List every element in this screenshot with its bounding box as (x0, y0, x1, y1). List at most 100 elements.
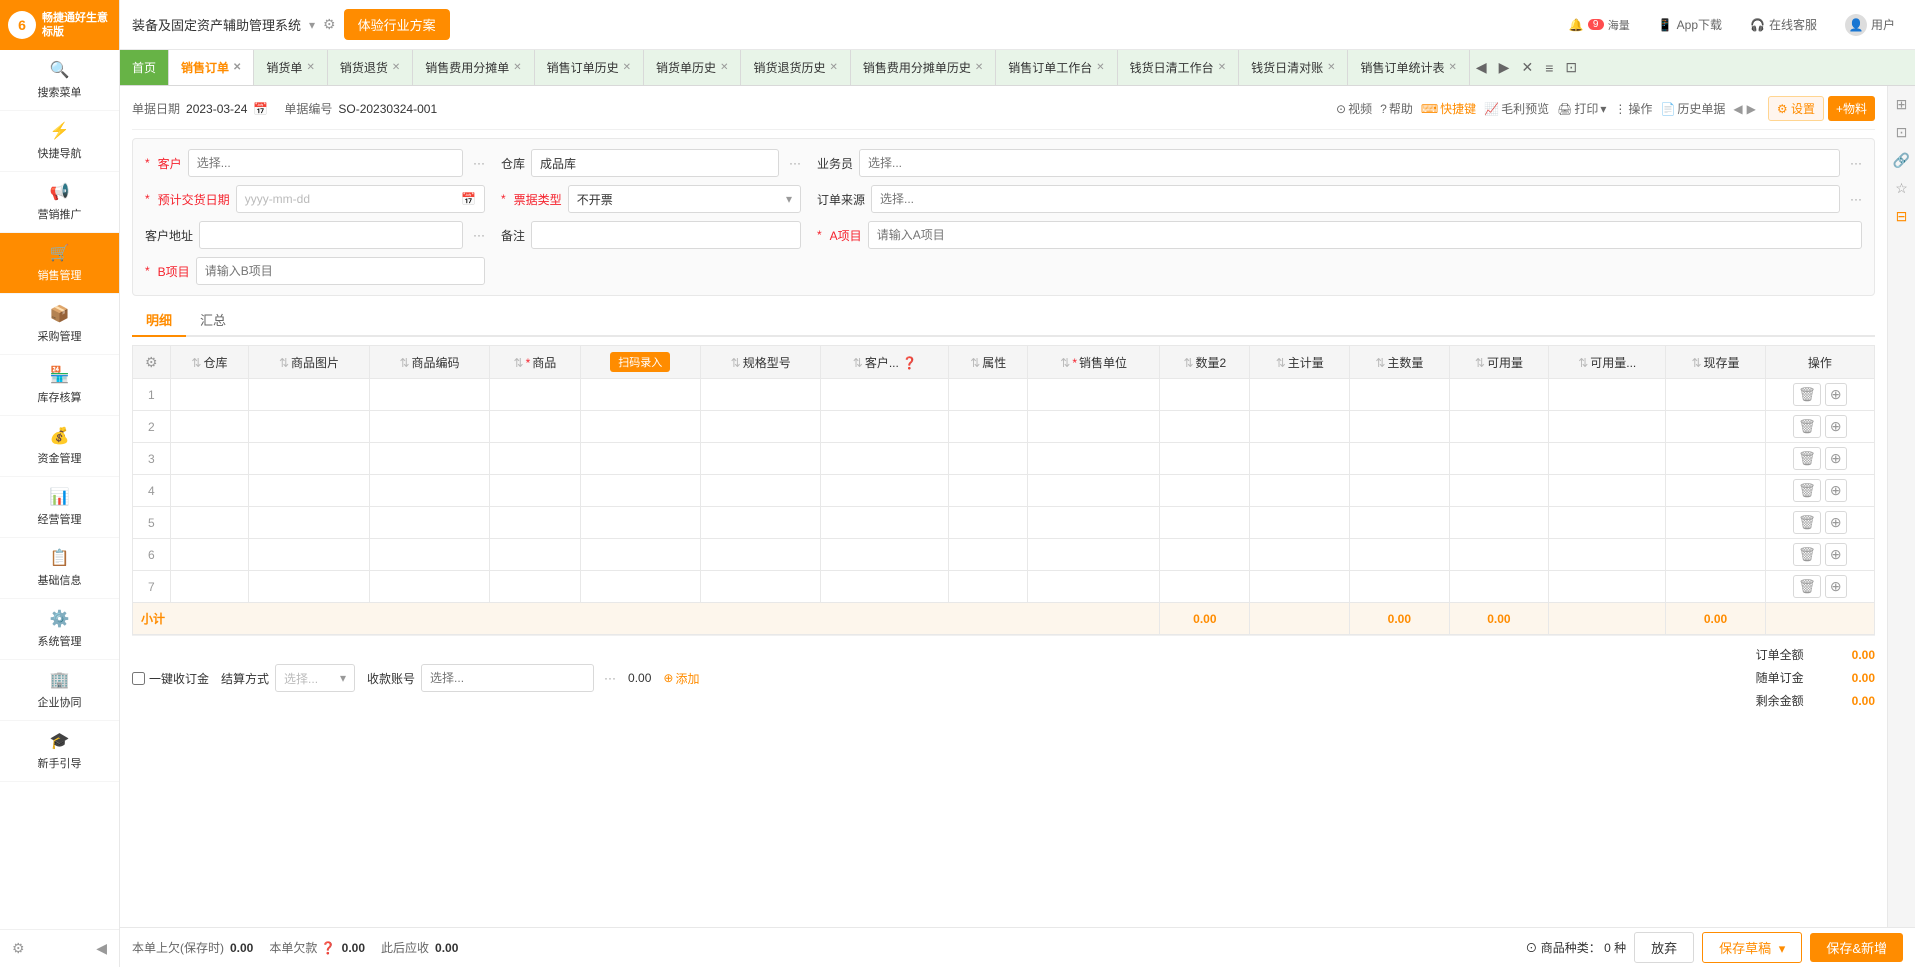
right-sidebar-icon-4[interactable]: ☆ (1892, 178, 1912, 198)
row-1-spec[interactable] (700, 379, 821, 411)
row-7-delete-icon[interactable]: 🗑 (1793, 575, 1821, 598)
row-6-copy-icon[interactable]: ⊕ (1825, 543, 1847, 566)
tab-home[interactable]: 首页 (120, 50, 169, 86)
view-btn[interactable]: ⊙ 视频 (1336, 100, 1372, 117)
close-tab-sales-return[interactable]: ✕ (306, 62, 314, 73)
discard-btn[interactable]: 放弃 (1634, 932, 1694, 963)
row-1-customer-code[interactable] (821, 379, 949, 411)
close-tab-reconcile[interactable]: ✕ (1327, 62, 1335, 73)
right-sidebar-icon-5[interactable]: ⊟ (1892, 206, 1912, 226)
remarks-input[interactable] (531, 221, 801, 249)
settlement-select[interactable]: 选择... ▾ (275, 664, 355, 692)
address-more-btn[interactable]: ··· (473, 228, 485, 242)
sidebar-item-quick-nav[interactable]: ⚡ 快捷导航 (0, 111, 119, 172)
receipt-account-input[interactable] (421, 664, 594, 692)
close-tab-order-workbench[interactable]: ✕ (1096, 62, 1104, 73)
profit-btn[interactable]: 📈 毛利预览 (1484, 100, 1549, 117)
tab-menu[interactable]: ≡ (1539, 60, 1559, 76)
draft-dropdown-arrow[interactable]: ▾ (1779, 941, 1786, 956)
tab-nav-prev[interactable]: ◀ (1470, 59, 1493, 76)
b-project-input[interactable] (196, 257, 485, 285)
table-settings-icon[interactable]: ⚙ (145, 354, 158, 370)
row-3-copy-icon[interactable]: ⊕ (1825, 447, 1847, 470)
print-btn[interactable]: 🖨 打印 ▾ (1557, 100, 1606, 117)
tab-summary[interactable]: 销售订单统计表 ✕ (1348, 50, 1469, 86)
row-1-sales-unit[interactable] (1028, 379, 1160, 411)
right-sidebar-icon-2[interactable]: ⊡ (1892, 122, 1912, 142)
invoice-type-select[interactable]: 不开票 ▾ (568, 185, 801, 213)
close-tab-fee-history[interactable]: ✕ (975, 62, 983, 73)
row-7-copy-icon[interactable]: ⊕ (1825, 575, 1847, 598)
customer-input[interactable] (188, 149, 463, 177)
settings-action-btn[interactable]: ⚙ 设置 (1768, 96, 1824, 121)
row-1-main-qty[interactable] (1350, 379, 1450, 411)
add-material-btn[interactable]: +物料 (1828, 96, 1875, 121)
sidebar-item-system[interactable]: ⚙️ 系统管理 (0, 599, 119, 660)
tab-sales-return[interactable]: 销货单 ✕ (254, 50, 327, 86)
scan-input-btn[interactable]: 扫码录入 (610, 352, 670, 372)
sidebar-item-search[interactable]: 🔍 搜索菜单 (0, 50, 119, 111)
close-tab-summary[interactable]: ✕ (1449, 62, 1457, 73)
tab-fee-split[interactable]: 销售费用分摊单 ✕ (413, 50, 534, 86)
tab-fee-history[interactable]: 销售费用分摊单历史 ✕ (851, 50, 996, 86)
delivery-date-input[interactable]: yyyy-mm-dd 📅 (236, 185, 485, 213)
app-download-btn[interactable]: 📱 App下载 (1650, 12, 1730, 37)
settings-bottom-icon[interactable]: ⚙ (10, 938, 27, 959)
sidebar-item-basic-info[interactable]: 📋 基础信息 (0, 538, 119, 599)
online-service-btn[interactable]: 🎧 在线客服 (1742, 12, 1825, 37)
collapse-sidebar-btn[interactable]: ◀ (94, 938, 109, 959)
tab-nav-next[interactable]: ▶ (1493, 59, 1516, 76)
sidebar-item-newbie[interactable]: 🎓 新手引导 (0, 721, 119, 782)
close-tab-sales-order[interactable]: ✕ (233, 62, 241, 73)
row-4-copy-icon[interactable]: ⊕ (1825, 479, 1847, 502)
user-btn[interactable]: 👤 用户 (1837, 10, 1903, 40)
warehouse-more-btn[interactable]: ··· (789, 156, 801, 170)
add-payment-btn[interactable]: ⊕ 添加 (663, 670, 699, 687)
right-sidebar-icon-1[interactable]: ⊞ (1892, 94, 1912, 114)
row-2-delete-icon[interactable]: 🗑 (1793, 415, 1821, 438)
notification-btn[interactable]: 🔔 9 海量 (1561, 13, 1638, 37)
order-source-more-btn[interactable]: ··· (1850, 192, 1862, 206)
history-btn[interactable]: 📄 历史单据 (1660, 100, 1725, 117)
close-tab-receivable-workbench[interactable]: ✕ (1218, 62, 1226, 73)
row-4-delete-icon[interactable]: 🗑 (1793, 479, 1821, 502)
sub-tab-detail[interactable]: 明细 (132, 304, 186, 337)
col-settings[interactable]: ⚙ (133, 346, 171, 379)
row-1-warehouse[interactable] (170, 379, 249, 411)
settings-btn[interactable]: ⚙ (323, 16, 336, 33)
row-3-delete-icon[interactable]: 🗑 (1793, 447, 1821, 470)
tab-expand[interactable]: ⊡ (1559, 59, 1583, 76)
one-click-payment-check[interactable] (132, 672, 145, 685)
tab-sales-order[interactable]: 销售订单 ✕ (169, 50, 254, 86)
sub-tab-summary[interactable]: 汇总 (186, 304, 240, 337)
row-5-copy-icon[interactable]: ⊕ (1825, 511, 1847, 534)
salesperson-more-btn[interactable]: ··· (1850, 156, 1862, 170)
tab-reconcile[interactable]: 钱货日清对账 ✕ (1239, 50, 1348, 86)
row-1-delete-icon[interactable]: 🗑 (1793, 383, 1821, 406)
sidebar-item-finance[interactable]: 💰 资金管理 (0, 416, 119, 477)
dropdown-arrow-icon[interactable]: ▾ (309, 18, 315, 32)
shortcut-btn[interactable]: ⌨ 快捷键 (1421, 100, 1476, 117)
industry-plan-btn[interactable]: 体验行业方案 (344, 9, 450, 40)
one-click-payment-checkbox[interactable]: 一键收订金 (132, 670, 209, 687)
close-tab-fee-split[interactable]: ✕ (513, 62, 521, 73)
sidebar-item-purchase[interactable]: 📦 采购管理 (0, 294, 119, 355)
right-sidebar-icon-3[interactable]: 🔗 (1892, 150, 1912, 170)
row-1-code[interactable] (369, 379, 490, 411)
close-tab-sales-refund[interactable]: ✕ (392, 62, 400, 73)
sidebar-item-enterprise[interactable]: 🏢 企业协同 (0, 660, 119, 721)
sidebar-item-inventory[interactable]: 🏪 库存核算 (0, 355, 119, 416)
close-tab-order-history[interactable]: ✕ (623, 62, 631, 73)
operations-btn[interactable]: ⋮ 操作 (1614, 100, 1652, 117)
tab-order-history[interactable]: 销售订单历史 ✕ (535, 50, 644, 86)
address-input[interactable] (199, 221, 463, 249)
salesperson-input[interactable] (859, 149, 1840, 177)
tab-close-all[interactable]: ✕ (1515, 59, 1539, 76)
tab-sales-refund[interactable]: 销货退货 ✕ (328, 50, 413, 86)
save-draft-btn[interactable]: 保存草稿 ▾ (1702, 932, 1802, 963)
receipt-more-btn[interactable]: ··· (604, 671, 616, 685)
customer-more-btn[interactable]: ··· (473, 156, 485, 170)
row-1-attribute[interactable] (949, 379, 1028, 411)
next-record-btn[interactable]: ▶ (1747, 102, 1756, 116)
a-project-input[interactable] (868, 221, 1862, 249)
